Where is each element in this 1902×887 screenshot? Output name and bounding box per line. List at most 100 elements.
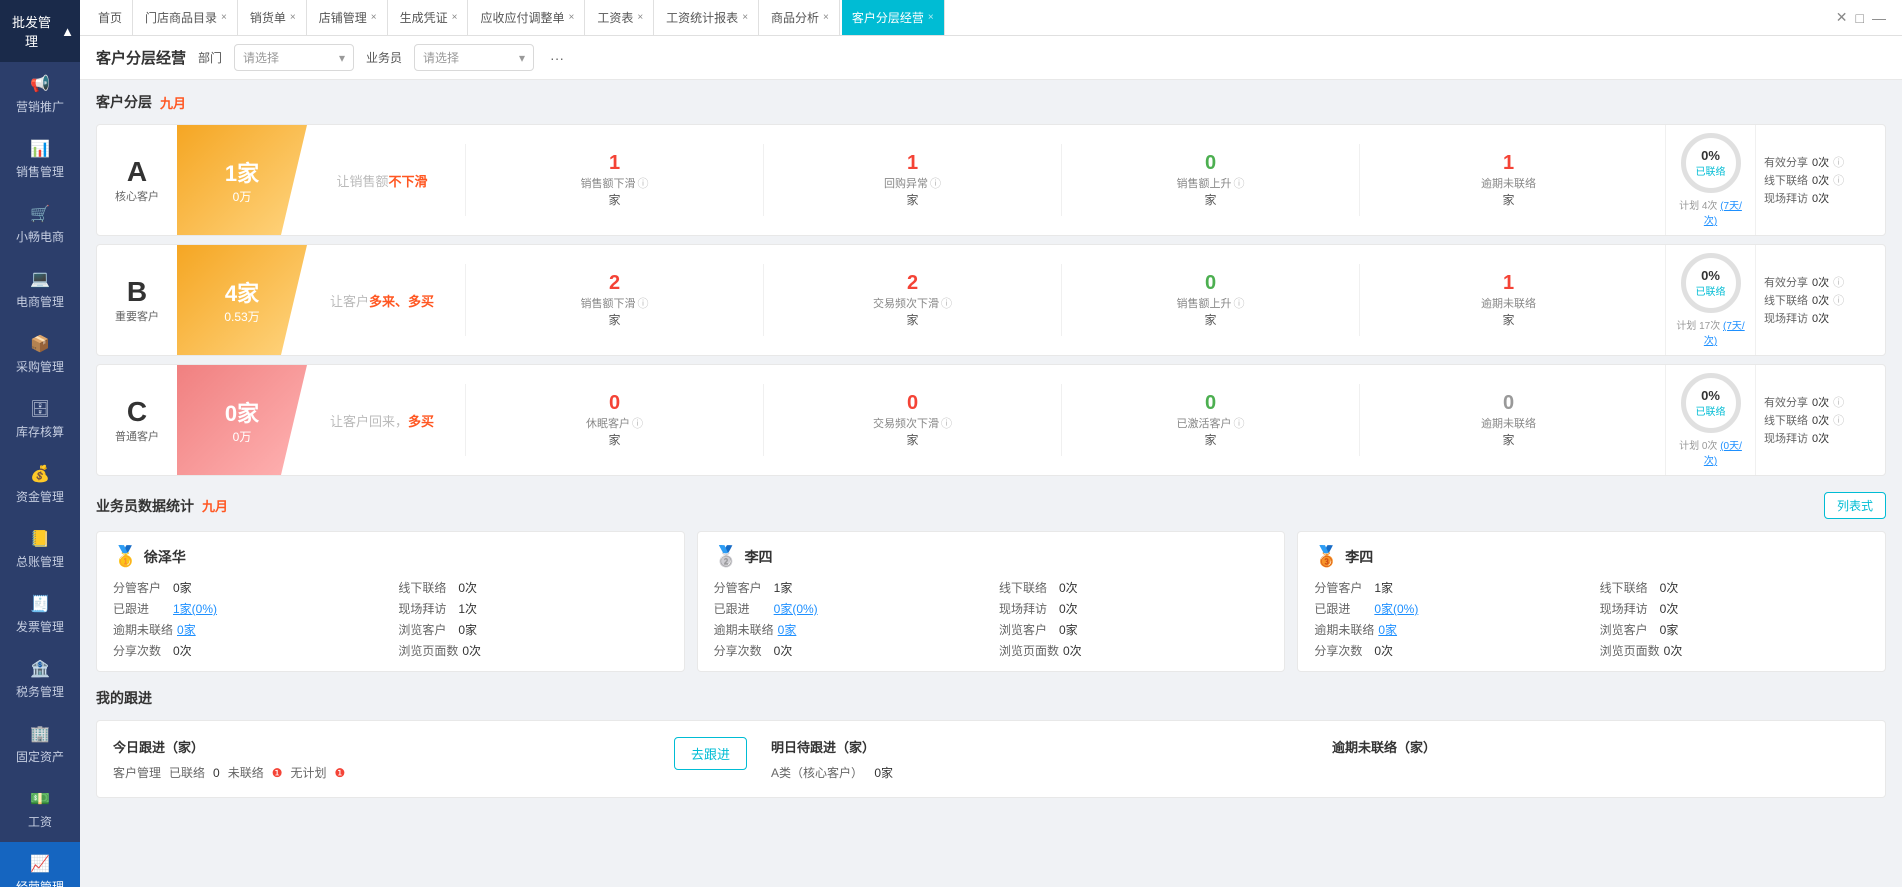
sidebar-item-ecom[interactable]: 💻 电商管理 [0, 257, 80, 322]
card-left-a: A 核心客户 [97, 125, 177, 235]
metric-label: 销售额上升 ⓘ [1070, 295, 1351, 311]
metric-value[interactable]: 1家(0%) [173, 600, 217, 617]
overdue-label: 逾期未联络（家） [1332, 737, 1869, 756]
sidebar-item-purchase[interactable]: 📦 采购管理 [0, 322, 80, 387]
card-shape-c[interactable]: 0家 0万 [177, 365, 307, 475]
dept-arrow: ▾ [339, 51, 345, 65]
sidebar-item-assets[interactable]: 🏢 固定资产 [0, 712, 80, 777]
sidebar-item-label: 总账管理 [16, 553, 64, 570]
close-icon[interactable]: × [568, 12, 574, 23]
tab-store-products[interactable]: 门店商品目录 × [135, 0, 238, 36]
metric-label: 已跟进 [1314, 600, 1370, 617]
info-icon[interactable]: ⓘ [1833, 154, 1844, 170]
sidebar-item-salary[interactable]: 💵 工资 [0, 777, 80, 842]
tab-maximize[interactable]: □ [1856, 10, 1864, 26]
tab-product-analysis[interactable]: 商品分析 × [761, 0, 840, 36]
close-icon[interactable]: × [452, 12, 458, 23]
staff-grid: 🥇 徐泽华 分管客户 0家 线下联络 0次 已跟进 [96, 531, 1886, 672]
tomorrow-row-label: A类（核心客户） [771, 766, 863, 780]
sidebar-item-mgmt[interactable]: 📈 经营管理 ◀ [0, 842, 80, 887]
sidebar-item-inventory[interactable]: 🗄 库存核算 [0, 387, 80, 452]
right-stat: 现场拜访 0次 [1764, 430, 1877, 446]
metric-c-1[interactable]: 0 交易频次下滑 ⓘ 家 [763, 384, 1061, 456]
staff-select[interactable]: 请选择 ▾ [414, 44, 534, 71]
metric-a-0[interactable]: 1 销售额下滑 ⓘ 家 [465, 144, 763, 216]
metric-value[interactable]: 0家 [1378, 621, 1397, 638]
sidebar-item-invoice[interactable]: 🧾 发票管理 [0, 582, 80, 647]
type-c: 普通客户 [115, 428, 159, 444]
close-icon[interactable]: × [371, 12, 377, 23]
sidebar-logo[interactable]: 批发管理 ▲ [0, 0, 80, 62]
sidebar-item-marketing[interactable]: 📢 营销推广 [0, 62, 80, 127]
metric-unit: 家 [1070, 311, 1351, 328]
sidebar-item-tax[interactable]: 🏦 税务管理 [0, 647, 80, 712]
staff-metric: 现场拜访 0次 [999, 600, 1268, 617]
plan-link[interactable]: (7天/次) [1704, 321, 1745, 347]
info-icon[interactable]: ⓘ [1833, 412, 1844, 428]
tab-customer-mgmt[interactable]: 客户分层经营 × [842, 0, 945, 36]
info-icon[interactable]: ⓘ [1833, 292, 1844, 308]
close-icon[interactable]: × [290, 12, 296, 23]
metric-c-3[interactable]: 0 逾期未联络 家 [1359, 384, 1657, 456]
metric-b-3[interactable]: 1 逾期未联络 家 [1359, 264, 1657, 336]
goto-followup-button[interactable]: 去跟进 [674, 737, 747, 770]
tab-sales-order[interactable]: 销货单 × [240, 0, 307, 36]
sidebar-item-ecom-small[interactable]: 🛒 小畅电商 [0, 192, 80, 257]
list-view-button[interactable]: 列表式 [1824, 492, 1886, 519]
staff-metrics: 分管客户 1家 线下联络 0次 已跟进 0家(0%) 现场拜访 [1314, 579, 1869, 659]
sidebar-item-sales[interactable]: 📊 销售管理 [0, 127, 80, 192]
metric-label: 浏览页面数 [398, 642, 458, 659]
metric-value[interactable]: 0家 [177, 621, 196, 638]
sidebar-item-label: 小畅电商 [16, 228, 64, 245]
tab-ap-adjustment[interactable]: 应收应付调整单 × [470, 0, 585, 36]
tab-payroll[interactable]: 工资表 × [587, 0, 654, 36]
more-options-btn[interactable]: ··· [550, 50, 564, 66]
followup-section: 我的跟进 今日跟进（家） 客户管理 已联络 0 未联络 ❶ 无计划 ❶ [96, 688, 1886, 798]
staff-placeholder: 请选择 [423, 49, 459, 66]
close-icon[interactable]: × [221, 12, 227, 23]
close-icon[interactable]: × [637, 12, 643, 23]
dept-select[interactable]: 请选择 ▾ [234, 44, 354, 71]
metric-value[interactable]: 0家 [778, 621, 797, 638]
metric-b-0[interactable]: 2 销售额下滑 ⓘ 家 [465, 264, 763, 336]
sidebar-item-finance[interactable]: 💰 资金管理 [0, 452, 80, 517]
tab-label: 工资统计报表 [666, 9, 738, 26]
metric-c-0[interactable]: 0 休眠客户 ⓘ 家 [465, 384, 763, 456]
card-shape-a[interactable]: 1家 0万 [177, 125, 307, 235]
tab-store-mgmt[interactable]: 店铺管理 × [309, 0, 388, 36]
tab-close-all[interactable]: ✕ [1836, 9, 1848, 26]
staff-metric: 线下联络 0次 [999, 579, 1268, 596]
plan-link[interactable]: (7天/次) [1704, 201, 1742, 227]
right-stat: 现场拜访 0次 [1764, 190, 1877, 206]
info-icon[interactable]: ⓘ [1833, 172, 1844, 188]
tab-home[interactable]: 首页 [88, 0, 133, 36]
metric-b-1[interactable]: 2 交易频次下滑 ⓘ 家 [763, 264, 1061, 336]
tab-minimize[interactable]: — [1872, 10, 1886, 26]
tab-payroll-report[interactable]: 工资统计报表 × [656, 0, 759, 36]
plan-link[interactable]: (0天/次) [1704, 441, 1742, 467]
circle-pct: 0% [1701, 388, 1720, 403]
close-icon[interactable]: × [928, 12, 934, 23]
close-icon[interactable]: × [823, 12, 829, 23]
overdue-followup-col: 逾期未联络（家） [1332, 737, 1869, 764]
card-shape-b[interactable]: 4家 0.53万 [177, 245, 307, 355]
metric-c-2[interactable]: 0 已激活客户 ⓘ 家 [1061, 384, 1359, 456]
sidebar-item-label: 工资 [28, 813, 52, 830]
metric-a-1[interactable]: 1 回购异常 ⓘ 家 [763, 144, 1061, 216]
close-icon[interactable]: × [742, 12, 748, 23]
metric-b-2[interactable]: 0 销售额上升 ⓘ 家 [1061, 264, 1359, 336]
staff-metric: 分管客户 1家 [714, 579, 983, 596]
metric-value[interactable]: 0家(0%) [774, 600, 818, 617]
sales-icon: 📊 [30, 139, 50, 159]
info-icon[interactable]: ⓘ [1833, 274, 1844, 290]
today-not-val: ❶ [272, 766, 283, 780]
metric-label: 分管客户 [714, 579, 770, 596]
tab-voucher[interactable]: 生成凭证 × [390, 0, 469, 36]
metric-label: 逾期未联络 [1368, 415, 1649, 431]
metric-a-2[interactable]: 0 销售额上升 ⓘ 家 [1061, 144, 1359, 216]
tab-label: 店铺管理 [319, 9, 367, 26]
metric-a-3[interactable]: 1 逾期未联络 家 [1359, 144, 1657, 216]
metric-value[interactable]: 0家(0%) [1374, 600, 1418, 617]
sidebar-item-ledger[interactable]: 📒 总账管理 [0, 517, 80, 582]
info-icon[interactable]: ⓘ [1833, 394, 1844, 410]
